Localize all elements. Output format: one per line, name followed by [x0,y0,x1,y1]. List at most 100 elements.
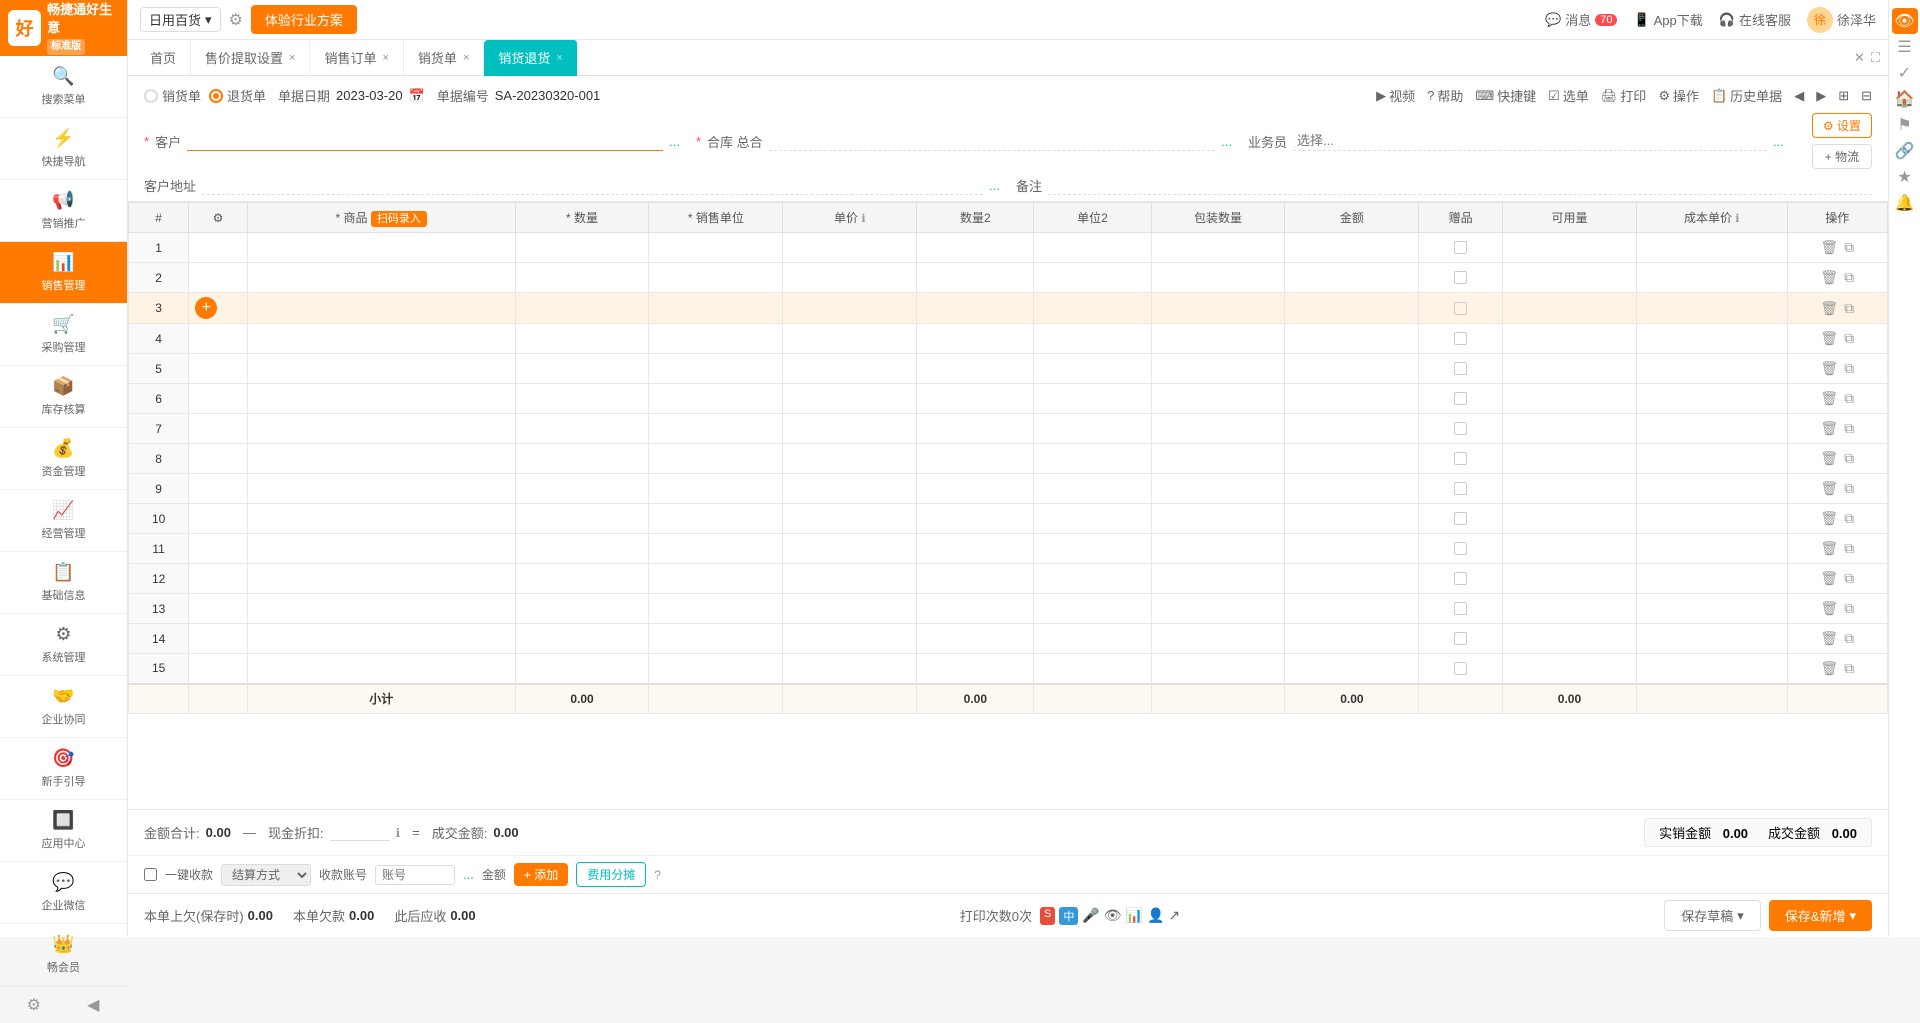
product-input-3[interactable] [254,301,509,316]
experience-btn[interactable]: 体验行业方案 [251,5,357,34]
copy-icon-1[interactable]: ⧉ [1844,239,1854,256]
qty2-cell-1[interactable] [917,233,1034,263]
unit2-cell-9[interactable] [1034,474,1151,504]
price-cell-12[interactable] [783,564,917,594]
qty2-cell-5[interactable] [917,354,1034,384]
amount-cell-9[interactable] [1285,474,1419,504]
costprice-cell-5[interactable] [1636,354,1787,384]
unit2-cell-4[interactable] [1034,324,1151,354]
delete-icon-12[interactable]: 🗑 [1820,570,1838,587]
unit2-cell-10[interactable] [1034,504,1151,534]
gift-cell-2[interactable] [1419,263,1503,293]
qty2-cell-3[interactable] [917,293,1034,324]
copy-icon-10[interactable]: ⧉ [1844,510,1854,527]
close-tab-icon[interactable]: ✕ [1854,50,1865,66]
qty-cell-14[interactable] [515,624,649,654]
gift-cell-4[interactable] [1419,324,1503,354]
scan-btn[interactable]: 扫码录入 [371,211,427,227]
tab-close-2[interactable]: × [382,52,388,64]
unit2-cell-11[interactable] [1034,534,1151,564]
product-cell-8[interactable] [247,444,515,474]
product-cell-13[interactable] [247,594,515,624]
unit-cell-1[interactable] [649,233,783,263]
topbar-gear-icon[interactable]: ⚙ [229,10,243,30]
payment-help-icon[interactable]: ? [654,868,661,882]
mic-icon[interactable]: 🎤 [1082,907,1099,925]
product-cell-4[interactable] [247,324,515,354]
delete-icon-9[interactable]: 🗑 [1820,480,1838,497]
copy-icon-4[interactable]: ⧉ [1844,330,1854,347]
amount-cell-12[interactable] [1285,564,1419,594]
sidebar-item-0[interactable]: 🔍搜索菜单 [0,56,127,118]
pack-cell-10[interactable] [1151,504,1285,534]
pack-cell-7[interactable] [1151,414,1285,444]
sidebar-item-4[interactable]: 🛒采购管理 [0,304,127,366]
gift-cell-5[interactable] [1419,354,1503,384]
product-cell-12[interactable] [247,564,515,594]
avail-cell-6[interactable] [1503,384,1637,414]
eye2-icon[interactable]: 👁 [1104,907,1122,925]
select-order-btn[interactable]: ☑ 选单 [1548,86,1589,105]
product-cell-15[interactable] [247,654,515,684]
costprice-cell-6[interactable] [1636,384,1787,414]
unit-cell-9[interactable] [649,474,783,504]
row-gear-1[interactable] [189,233,248,263]
unit2-cell-13[interactable] [1034,594,1151,624]
pack-cell-4[interactable] [1151,324,1285,354]
costprice-cell-7[interactable] [1636,414,1787,444]
row-gear-11[interactable] [189,534,248,564]
product-cell-9[interactable] [247,474,515,504]
app-download-btn[interactable]: 📱 App下载 [1633,10,1702,29]
next-doc-icon[interactable]: ▶ [1816,88,1826,104]
salesperson-input[interactable] [1293,131,1767,151]
unit2-cell-15[interactable] [1034,654,1151,684]
copy-icon-13[interactable]: ⧉ [1844,600,1854,617]
one-click-payment-checkbox[interactable] [144,868,157,881]
col-gear-header[interactable]: ⚙ [189,203,248,233]
sidebar-item-11[interactable]: 🎯新手引导 [0,738,127,800]
industry-select[interactable]: 日用百货 ▾ [140,7,221,32]
fee-split-btn[interactable]: 费用分摊 [576,862,646,887]
pack-cell-6[interactable] [1151,384,1285,414]
amount-cell-8[interactable] [1285,444,1419,474]
delete-icon-2[interactable]: 🗑 [1820,269,1838,286]
gift-checkbox-7[interactable] [1454,422,1467,435]
gift-checkbox-10[interactable] [1454,512,1467,525]
qty2-cell-7[interactable] [917,414,1034,444]
product-cell-2[interactable] [247,263,515,293]
qty-cell-4[interactable] [515,324,649,354]
row-gear-7[interactable] [189,414,248,444]
delete-icon-8[interactable]: 🗑 [1820,450,1838,467]
tab-3[interactable]: 销货单× [404,40,484,76]
pack-cell-13[interactable] [1151,594,1285,624]
unit-cell-6[interactable] [649,384,783,414]
delete-icon-7[interactable]: 🗑 [1820,420,1838,437]
amount-cell-3[interactable] [1285,293,1419,324]
sidebar-item-2[interactable]: 📢营销推广 [0,180,127,242]
gift-cell-9[interactable] [1419,474,1503,504]
qty2-cell-2[interactable] [917,263,1034,293]
discount-input[interactable] [330,825,390,841]
qty-cell-5[interactable] [515,354,649,384]
message-btn[interactable]: 💬 消息 70 [1545,10,1617,29]
row-gear-10[interactable] [189,504,248,534]
row-gear-9[interactable] [189,474,248,504]
product-cell-3[interactable] [247,293,515,324]
copy-icon-12[interactable]: ⧉ [1844,570,1854,587]
delete-icon-11[interactable]: 🗑 [1820,540,1838,557]
unit-cell-11[interactable] [649,534,783,564]
amount-cell-7[interactable] [1285,414,1419,444]
history-btn[interactable]: 📋 历史单据 [1711,86,1782,105]
unit2-cell-6[interactable] [1034,384,1151,414]
discount-info-icon[interactable]: ℹ [396,826,401,840]
gift-checkbox-9[interactable] [1454,482,1467,495]
sidebar-item-3[interactable]: 📊销售管理 [0,242,127,304]
amount-cell-15[interactable] [1285,654,1419,684]
amount-cell-13[interactable] [1285,594,1419,624]
qty-cell-3[interactable] [515,293,649,324]
qty-cell-10[interactable] [515,504,649,534]
costprice-cell-15[interactable] [1636,654,1787,684]
unit-cell-12[interactable] [649,564,783,594]
online-service-btn[interactable]: 🎧 在线客服 [1719,10,1791,29]
sidebar-item-7[interactable]: 📈经营管理 [0,490,127,552]
